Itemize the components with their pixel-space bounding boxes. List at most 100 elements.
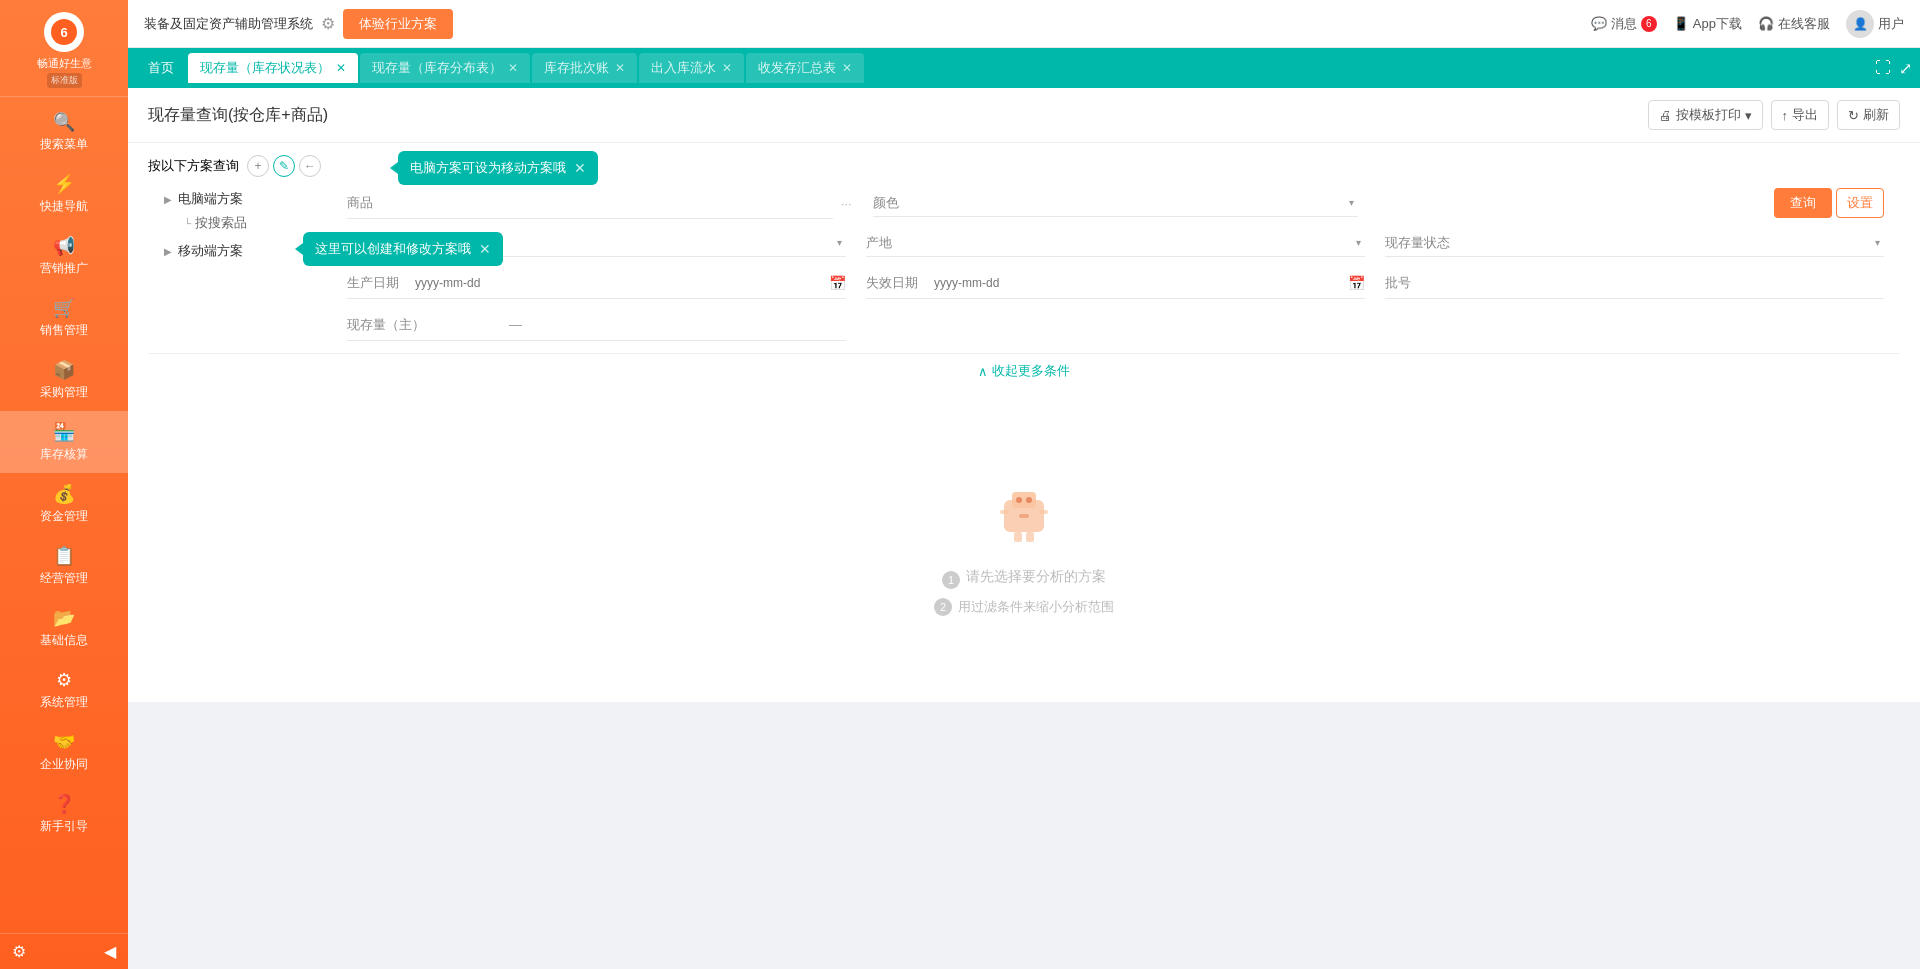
trial-button[interactable]: 体验行业方案 [343, 9, 453, 39]
topbar: 装备及固定资产辅助管理系统 ⚙ 体验行业方案 💬 消息 6 📱 App下载 🎧 … [128, 0, 1920, 48]
page-title: 现存量查询(按仓库+商品) [148, 105, 328, 126]
tab-inventory-dist-close[interactable]: ✕ [508, 61, 518, 75]
refresh-button[interactable]: ↻ 刷新 [1837, 100, 1900, 130]
empty-text-2: 用过滤条件来缩小分析范围 [958, 598, 1114, 616]
settings-button[interactable]: 设置 [1836, 188, 1884, 218]
desktop-expand-arrow: ▶ [164, 194, 172, 205]
sidebar-item-enterprise[interactable]: 🤝 企业协同 [0, 721, 128, 783]
filter-color-select[interactable]: ▾ [933, 193, 1359, 212]
filter-batch-input[interactable] [1445, 271, 1884, 294]
main-area: 装备及固定资产辅助管理系统 ⚙ 体验行业方案 💬 消息 6 📱 App下载 🎧 … [128, 0, 1920, 969]
topbar-gear-icon[interactable]: ⚙ [321, 14, 335, 33]
sidebar-item-label: 基础信息 [40, 632, 88, 649]
filter-stock-status-select[interactable]: ▾ [1450, 233, 1884, 252]
filter-stock-status-label: 现存量状态 [1385, 234, 1450, 252]
message-button[interactable]: 💬 消息 6 [1591, 15, 1657, 33]
logo-title: 畅通好生意 [37, 56, 92, 71]
scheme-tree-desktop[interactable]: ▶ 电脑端方案 [164, 187, 247, 211]
sales-icon: 🛒 [53, 297, 75, 319]
filter-field-goods: 商品 [347, 187, 833, 219]
sidebar-item-label: 新手引导 [40, 818, 88, 835]
filter-expire-date-start[interactable] [926, 272, 1348, 294]
sidebar-item-system[interactable]: ⚙ 系统管理 [0, 659, 128, 721]
refresh-label: 刷新 [1863, 106, 1889, 124]
sidebar-footer: ⚙ ◀ [0, 933, 128, 969]
range-separator: — [509, 317, 522, 332]
scheme-tree-mobile[interactable]: ▶ 移动端方案 [164, 239, 247, 263]
add-scheme-button[interactable]: + [247, 155, 269, 177]
tab-inout-flow[interactable]: 出入库流水 ✕ [639, 53, 744, 83]
purchase-icon: 📦 [53, 359, 75, 381]
scheme-sub-item-search[interactable]: └ 按搜索品 [184, 211, 247, 235]
sidebar-item-newbie[interactable]: ❓ 新手引导 [0, 783, 128, 845]
edit-scheme-button[interactable]: ✎ [273, 155, 295, 177]
desktop-scheme-label: 电脑端方案 [178, 190, 243, 208]
mobile-scheme-label: 移动端方案 [178, 242, 243, 260]
user-menu-button[interactable]: 👤 用户 [1846, 10, 1904, 38]
tab-inventory-dist[interactable]: 现存量（库存分布表） ✕ [360, 53, 530, 83]
filter-header-label: 按以下方案查询 [148, 157, 239, 175]
sidebar-item-operations[interactable]: 📋 经营管理 [0, 535, 128, 597]
tab-expand-icon[interactable]: ⤢ [1899, 59, 1912, 78]
tab-batch-account-close[interactable]: ✕ [615, 61, 625, 75]
tab-recv-summary[interactable]: 收发存汇总表 ✕ [746, 53, 864, 83]
filter-batch-label: 批号 [1385, 274, 1445, 292]
sidebar-item-finance[interactable]: 💰 资金管理 [0, 473, 128, 535]
phone-icon: 📱 [1673, 16, 1689, 31]
marketing-icon: 📢 [53, 235, 75, 257]
produce-date-calendar-icon[interactable]: 📅 [829, 275, 846, 291]
tooltip-desktop-scheme: 电脑方案可设为移动方案哦 ✕ [398, 151, 598, 185]
sidebar-item-search[interactable]: 🔍 搜索菜单 [0, 101, 128, 163]
tab-batch-account[interactable]: 库存批次账 ✕ [532, 53, 637, 83]
sidebar-item-sales[interactable]: 🛒 销售管理 [0, 287, 128, 349]
system-icon: ⚙ [56, 669, 72, 691]
filter-field-produce-date: 生产日期 📅 [347, 267, 846, 299]
tooltip-desktop-scheme-close[interactable]: ✕ [574, 160, 586, 176]
logo-badge: 标准版 [47, 73, 82, 88]
stock-status-dropdown-arrow: ▾ [1875, 237, 1880, 248]
tab-recv-summary-close[interactable]: ✕ [842, 61, 852, 75]
svg-point-5 [1026, 497, 1032, 503]
filter-produce-date-label: 生产日期 [347, 274, 407, 292]
sidebar-item-basic[interactable]: 📂 基础信息 [0, 597, 128, 659]
sidebar-item-label: 营销推广 [40, 260, 88, 277]
online-support-button[interactable]: 🎧 在线客服 [1758, 15, 1830, 33]
topbar-right: 💬 消息 6 📱 App下载 🎧 在线客服 👤 用户 [1591, 10, 1904, 38]
sidebar-item-quicknav[interactable]: ⚡ 快捷导航 [0, 163, 128, 225]
page-header: 现存量查询(按仓库+商品) 🖨 按模板打印 ▾ ↑ 导出 ↻ 刷新 [128, 88, 1920, 143]
tab-inventory-dist-label: 现存量（库存分布表） [372, 59, 502, 77]
filter-goods-input[interactable] [407, 191, 833, 214]
tab-inout-flow-close[interactable]: ✕ [722, 61, 732, 75]
tab-fullscreen-icon[interactable]: ⛶ [1875, 59, 1891, 77]
print-icon: 🖨 [1659, 108, 1672, 123]
expire-date-calendar-icon[interactable]: 📅 [1348, 275, 1365, 291]
content-area: 现存量查询(按仓库+商品) 🖨 按模板打印 ▾ ↑ 导出 ↻ 刷新 [128, 88, 1920, 969]
export-button[interactable]: ↑ 导出 [1771, 100, 1830, 130]
footer-collapse-icon[interactable]: ◀ [104, 942, 116, 961]
collapse-conditions-button[interactable]: ∧ 收起更多条件 [148, 353, 1900, 388]
step-num-2: 2 [934, 598, 952, 616]
sidebar-item-marketing[interactable]: 📢 营销推广 [0, 225, 128, 287]
app-download-button[interactable]: 📱 App下载 [1673, 15, 1742, 33]
print-button[interactable]: 🖨 按模板打印 ▾ [1648, 100, 1763, 130]
tab-recv-summary-label: 收发存汇总表 [758, 59, 836, 77]
tab-inventory-status-label: 现存量（库存状况表） [200, 59, 330, 77]
search-button[interactable]: 查询 [1774, 188, 1832, 218]
back-scheme-button[interactable]: ← [299, 155, 321, 177]
tab-home[interactable]: 首页 [136, 53, 186, 83]
newbie-icon: ❓ [53, 793, 75, 815]
footer-settings-icon[interactable]: ⚙ [12, 942, 26, 961]
sidebar-item-purchase[interactable]: 📦 采购管理 [0, 349, 128, 411]
user-label: 用户 [1878, 15, 1904, 33]
filter-field-stock-status: 现存量状态 ▾ [1385, 229, 1884, 257]
filter-origin-select[interactable]: ▾ [926, 233, 1365, 252]
filter-goods-dots[interactable]: ··· [841, 196, 865, 211]
tooltip-create-scheme-close[interactable]: ✕ [479, 241, 491, 257]
message-icon: 💬 [1591, 16, 1607, 31]
filter-stock-qty-min[interactable] [425, 313, 505, 336]
filter-produce-date-start[interactable] [407, 272, 829, 294]
tab-inventory-status-close[interactable]: ✕ [336, 61, 346, 75]
sidebar-item-inventory[interactable]: 🏪 库存核算 [0, 411, 128, 473]
tab-inventory-status[interactable]: 现存量（库存状况表） ✕ [188, 53, 358, 83]
page-actions: 🖨 按模板打印 ▾ ↑ 导出 ↻ 刷新 [1648, 100, 1901, 130]
